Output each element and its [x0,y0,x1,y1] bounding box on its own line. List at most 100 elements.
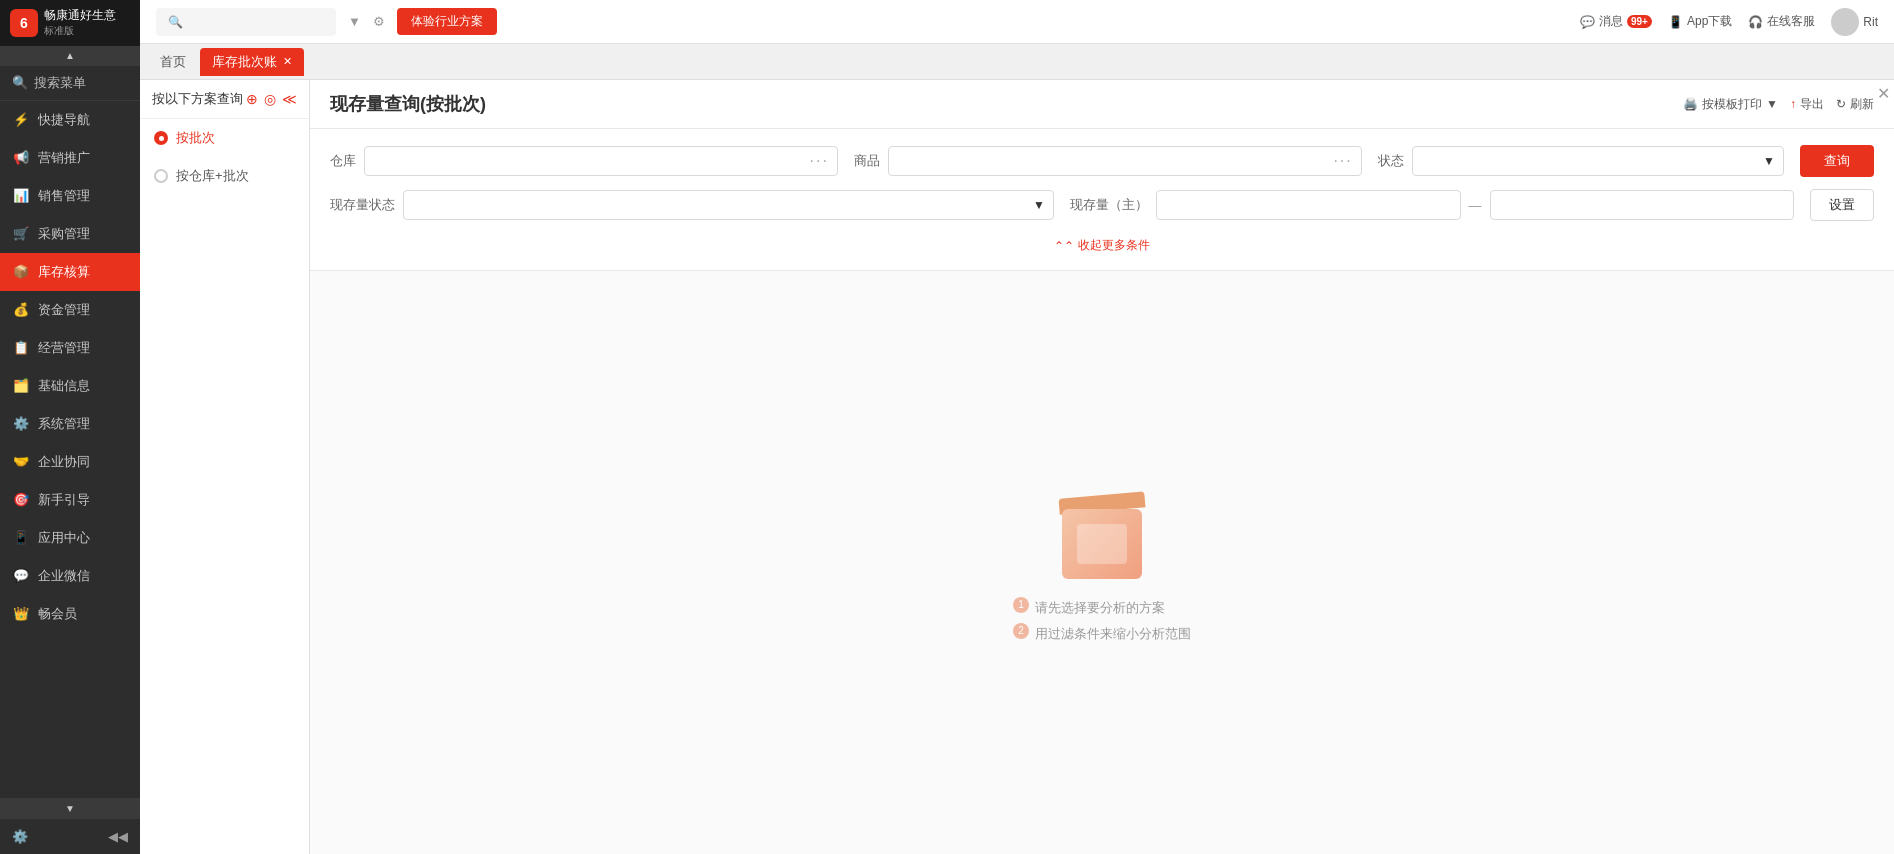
sidebar-item-marketing[interactable]: 📢 营销推广 [0,139,140,177]
filter-option-by-batch[interactable]: 按批次 [140,119,309,157]
sidebar-footer: ⚙️ ◀◀ [0,818,140,854]
page-header-actions: 🖨️ 按模板打印 ▼ ↑ 导出 ↻ 刷新 [1683,96,1874,113]
filter-radio-by-batch [154,131,168,145]
tab-close-icon[interactable]: ✕ [283,55,292,68]
filter-panel-actions: ⊕ ◎ ≪ [246,91,297,107]
range-dash: — [1469,198,1482,213]
sidebar-item-basic[interactable]: 🗂️ 基础信息 [0,367,140,405]
status-select-arrow: ▼ [1763,154,1775,168]
search-icon: 🔍 [12,75,28,90]
collapse-up-icon: ⌃⌃ [1054,239,1074,253]
filter-option-by-warehouse-batch[interactable]: 按仓库+批次 [140,157,309,195]
filter-panel-title: 按以下方案查询 [152,90,243,108]
sidebar-item-operation[interactable]: 📋 经营管理 [0,329,140,367]
sidebar-item-finance[interactable]: 💰 资金管理 [0,291,140,329]
print-icon: 🖨️ [1683,97,1698,111]
sidebar-item-system[interactable]: ⚙️ 系统管理 [0,405,140,443]
print-dropdown-icon[interactable]: ▼ [1766,97,1778,111]
empty-state: 1 请先选择要分析的方案 2 用过滤条件来缩小分析范围 [310,271,1894,854]
experience-btn[interactable]: 体验行业方案 [397,8,497,35]
empty-tips: 1 请先选择要分析的方案 2 用过滤条件来缩小分析范围 [1013,595,1191,647]
app-download-btn[interactable]: 📱 App下载 [1668,13,1732,30]
collapse-filter-icon[interactable]: ≪ [282,91,297,107]
sidebar-item-inventory[interactable]: 📦 库存核算 [0,253,140,291]
settings-button[interactable]: 设置 [1810,189,1874,221]
tip-item-1: 1 请先选择要分析的方案 [1013,595,1191,621]
filter-option-label: 按仓库+批次 [176,167,249,185]
collapse-button[interactable]: ⌃⌃ 收起更多条件 [1054,237,1150,254]
tip-item-2: 2 用过滤条件来缩小分析范围 [1013,621,1191,647]
warehouse-input-dots: ··· [810,152,829,170]
refresh-btn[interactable]: ↻ 刷新 [1836,96,1874,113]
quick-nav-icon: ⚡ [12,111,30,129]
sidebar-item-purchase[interactable]: 🛒 采购管理 [0,215,140,253]
collapse-icon[interactable]: ◀◀ [108,829,128,844]
content-area: 现存量查询(按批次) 🖨️ 按模板打印 ▼ ↑ 导出 ↻ 刷新 [310,80,1894,854]
sidebar-item-quick-nav[interactable]: ⚡ 快捷导航 [0,101,140,139]
topbar-search-box[interactable]: 🔍 [156,8,336,36]
form-row-1: 仓库 ··· 商品 ··· 状态 [330,145,1874,177]
collapse-row: ⌃⌃ 收起更多条件 [330,233,1874,262]
add-filter-icon[interactable]: ⊕ [246,91,258,107]
status-label: 状态 [1378,152,1404,170]
app-logo: 6 [10,9,38,37]
page-close-button[interactable]: ✕ [1877,84,1890,103]
sidebar-item-label: 畅会员 [38,605,77,623]
sidebar-item-label: 新手引导 [38,491,90,509]
status-select[interactable]: ▼ [1412,146,1784,176]
settings-icon[interactable]: ⚙️ [12,829,28,844]
page-title: 现存量查询(按批次) [330,92,486,116]
filter-radio-by-warehouse-batch [154,169,168,183]
message-btn[interactable]: 💬 消息 99+ [1580,13,1652,30]
sidebar: 6 畅康通好生意 标准版 ▲ 🔍 搜索菜单 ⚡ 快捷导航 📢 营销推广 📊 销售… [0,0,140,854]
sidebar-item-label: 企业协同 [38,453,90,471]
print-btn[interactable]: 🖨️ 按模板打印 ▼ [1683,96,1778,113]
app-name: 畅康通好生意 [44,8,116,24]
sidebar-item-label: 快捷导航 [38,111,90,129]
page-header: 现存量查询(按批次) 🖨️ 按模板打印 ▼ ↑ 导出 ↻ 刷新 [310,80,1894,129]
settings-filter-icon[interactable]: ◎ [264,91,276,107]
export-btn[interactable]: ↑ 导出 [1790,96,1824,113]
main-area: 🔍 ▼ ⚙ 体验行业方案 💬 消息 99+ 📱 App下载 🎧 在线客服 Ri [140,0,1894,854]
online-service-btn[interactable]: 🎧 在线客服 [1748,13,1815,30]
sidebar-search[interactable]: 🔍 搜索菜单 [0,66,140,101]
sidebar-item-enterprise[interactable]: 🤝 企业协同 [0,443,140,481]
dropdown-arrow-icon[interactable]: ▼ [348,14,361,29]
topbar-search-icon: 🔍 [168,15,183,29]
product-input[interactable]: ··· [888,146,1362,176]
settings-gear-icon[interactable]: ⚙ [373,14,385,29]
warehouse-input[interactable]: ··· [364,146,838,176]
enterprise-icon: 🤝 [12,453,30,471]
sidebar-item-label: 库存核算 [38,263,90,281]
app-download-label: App下载 [1687,13,1732,30]
tip-number-2: 2 [1013,623,1029,639]
sidebar-item-label: 营销推广 [38,149,90,167]
scroll-down-button[interactable]: ▼ [0,798,140,818]
message-badge: 99+ [1627,15,1652,28]
finance-icon: 💰 [12,301,30,319]
scroll-up-button[interactable]: ▲ [0,46,140,66]
sidebar-item-vip[interactable]: 👑 畅会员 [0,595,140,633]
qty-max-input[interactable] [1490,190,1795,220]
filter-panel: 按以下方案查询 ⊕ ◎ ≪ 按批次 按仓库+批次 [140,80,310,854]
sidebar-item-sales[interactable]: 📊 销售管理 [0,177,140,215]
inventory-qty-field: 现存量（主） — [1070,190,1794,220]
sidebar-item-wechat[interactable]: 💬 企业微信 [0,557,140,595]
sidebar-item-label: 资金管理 [38,301,90,319]
sidebar-search-label: 搜索菜单 [34,74,86,92]
sidebar-item-label: 系统管理 [38,415,90,433]
sidebar-item-label: 企业微信 [38,567,90,585]
query-button[interactable]: 查询 [1800,145,1874,177]
filter-option-label: 按批次 [176,129,215,147]
tab-inventory-batch[interactable]: 库存批次账 ✕ [200,48,304,76]
avatar [1831,8,1859,36]
inventory-status-select[interactable]: ▼ [403,190,1054,220]
user-menu[interactable]: Rit [1831,8,1878,36]
basic-icon: 🗂️ [12,377,30,395]
warehouse-label: 仓库 [330,152,356,170]
topbar-left: 🔍 ▼ ⚙ 体验行业方案 [156,8,497,36]
tab-home[interactable]: 首页 [148,48,198,76]
sidebar-item-newbie[interactable]: 🎯 新手引导 [0,481,140,519]
sidebar-item-apps[interactable]: 📱 应用中心 [0,519,140,557]
qty-min-input[interactable] [1156,190,1461,220]
